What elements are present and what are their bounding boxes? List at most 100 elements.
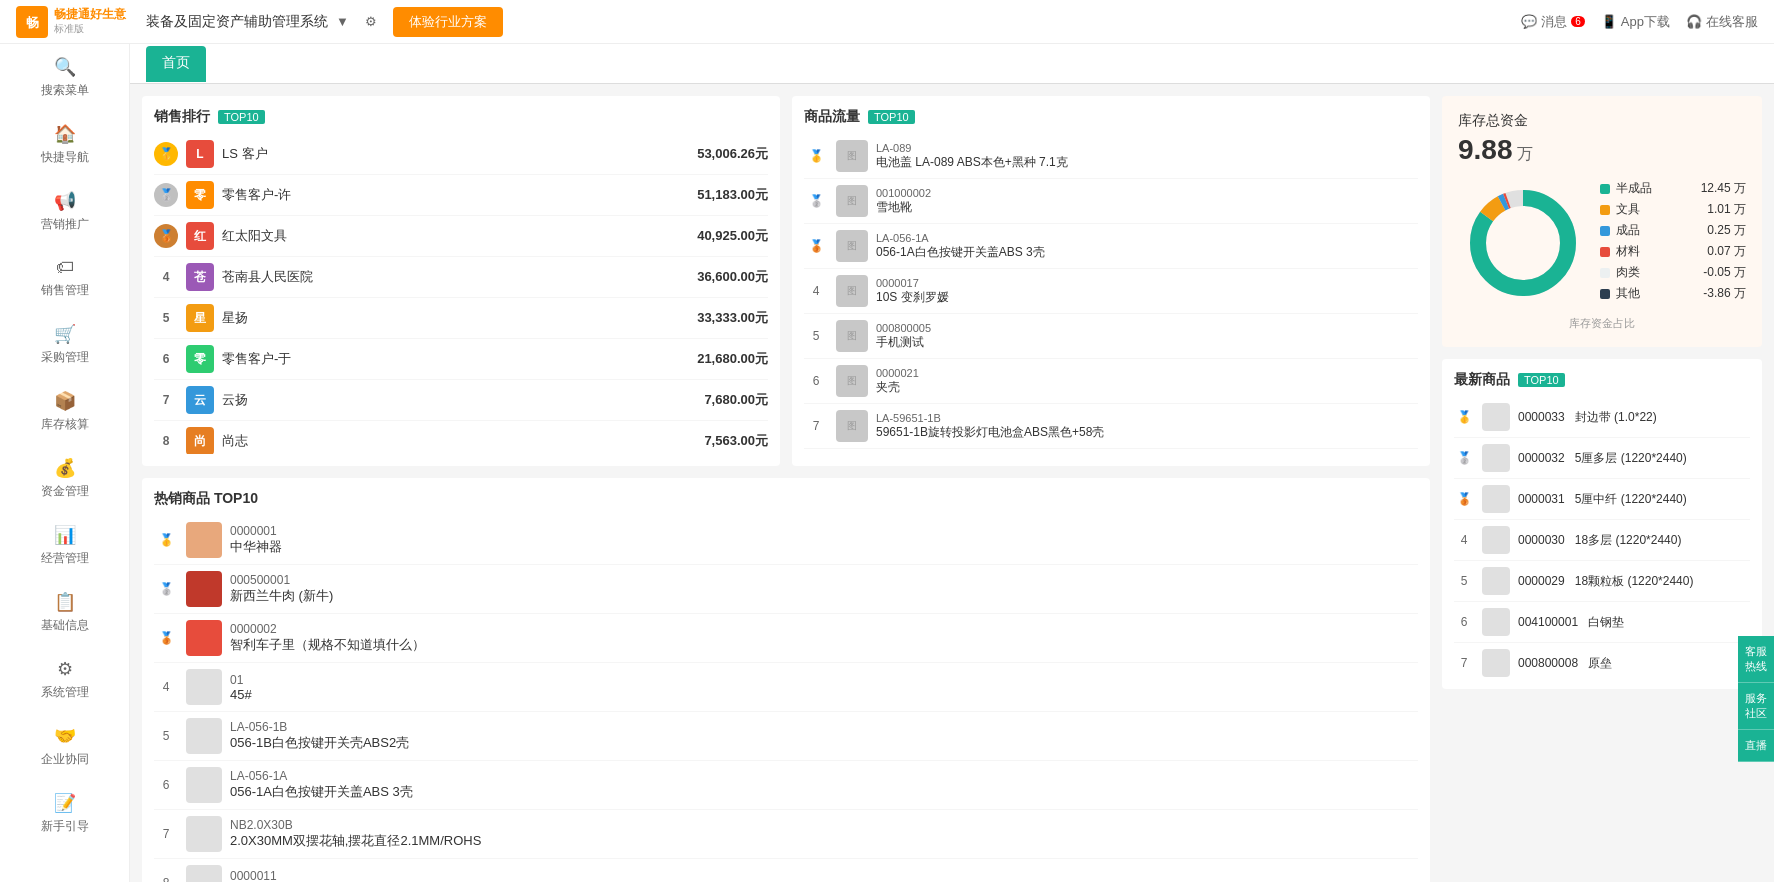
sidebar-item-search[interactable]: 🔍 搜索菜单 [0,44,129,111]
phone-icon: 📱 [1601,14,1617,29]
legend-label: 半成品 [1616,180,1695,197]
customer-name: 云扬 [222,391,696,409]
dropdown-icon[interactable]: ▼ [336,14,349,29]
legend-item: 其他 -3.86 万 [1600,285,1746,302]
rank-number: 5 [154,306,178,330]
new-products-badge: TOP10 [1518,373,1565,387]
message-btn[interactable]: 💬 消息 6 [1521,13,1585,31]
product-thumbnail: 图 [836,230,868,262]
sidebar-item-quick[interactable]: 🏠 快捷导航 [0,111,129,178]
product-flow-badge: TOP10 [868,110,915,124]
legend-value: -3.86 万 [1703,285,1746,302]
sidebar-item-company[interactable]: 🤝 企业协同 [0,713,129,780]
chart-subtitle: 库存资金占比 [1458,316,1746,331]
product-name: 电池盖 LA-089 ABS本色+黑种 7.1克 [876,154,1068,171]
legend-item: 材料 0.07 万 [1600,243,1746,260]
hot-rank: 6 [154,778,178,792]
new-rank: 🥇 [1454,410,1474,424]
legend-item: 成品 0.25 万 [1600,222,1746,239]
flow-rank: 5 [804,329,828,343]
sidebar-item-guide[interactable]: 📝 新手引导 [0,780,129,847]
hot-product-name: 45# [230,687,252,702]
customer-rank-row: 🥇 L LS 客户 53,006.26元 [154,134,768,175]
hot-product-name: 056-1A白色按键开关盖ABS 3壳 [230,783,413,801]
donut-chart [1458,178,1588,308]
sidebar-label-finance: 资金管理 [41,483,89,500]
hot-product-img [186,620,222,656]
hot-products-header: 热销商品 TOP10 [154,490,1418,508]
new-product-row: 6 004100001 白钢垫 [1454,602,1750,643]
product-flow-row: 🥇 图 LA-089 电池盖 LA-089 ABS本色+黑种 7.1克 [804,134,1418,179]
sidebar-item-marketing[interactable]: 📢 营销推广 [0,178,129,245]
customer-avatar: 尚 [186,427,214,454]
flow-rank: 🥈 [804,194,828,208]
customer-name: 零售客户-许 [222,186,689,204]
guide-icon: 📝 [54,792,76,814]
inventory-unit: 万 [1517,144,1533,165]
hot-product-row: 4 01 45# [154,663,1418,712]
customer-avatar: 零 [186,345,214,373]
sidebar-label-search: 搜索菜单 [41,82,89,99]
company-icon: 🤝 [54,725,76,747]
sidebar-item-base[interactable]: 📋 基础信息 [0,579,129,646]
customer-rank-row: 5 星 星扬 33,333.00元 [154,298,768,339]
tab-home[interactable]: 首页 [146,46,206,82]
sidebar-item-inventory[interactable]: 📦 库存核算 [0,378,129,445]
sidebar-item-finance[interactable]: 💰 资金管理 [0,445,129,512]
sidebar-item-system[interactable]: ⚙ 系统管理 [0,646,129,713]
hot-product-img [186,865,222,882]
new-product-img [1482,649,1510,677]
hot-product-code: LA-056-1A [230,769,413,783]
app-download-btn[interactable]: 📱 App下载 [1601,13,1670,31]
customer-rank-row: 4 苍 苍南县人民医院 36,600.00元 [154,257,768,298]
svg-text:畅: 畅 [26,15,39,30]
logo-area: 畅 畅捷通好生意 标准版 [16,6,146,38]
customer-rank-row: 6 零 零售客户-于 21,680.00元 [154,339,768,380]
product-thumbnail: 图 [836,320,868,352]
product-flow-header: 商品流量 TOP10 [804,108,1418,126]
customer-amount: 40,925.00元 [697,227,768,245]
customer-name: 尚志 [222,432,696,450]
home-icon: 🏠 [54,123,76,145]
hot-product-code: LA-056-1B [230,720,409,734]
sidebar-item-sales[interactable]: 🏷 销售管理 [0,245,129,311]
product-code: 001000002 [876,187,931,199]
new-rank: 5 [1454,574,1474,588]
product-flow-row: 4 图 0000017 10S 变刹罗媛 [804,269,1418,314]
hot-product-img [186,571,222,607]
product-thumbnail: 图 [836,185,868,217]
gear-icon[interactable]: ⚙ [357,8,385,36]
hot-product-img [186,816,222,852]
product-code: LA-089 [876,142,1068,154]
hot-product-row: 🥇 0000001 中华神器 [154,516,1418,565]
new-product-img [1482,485,1510,513]
customer-amount: 53,006.26元 [697,145,768,163]
sidebar-item-purchase[interactable]: 🛒 采购管理 [0,311,129,378]
sidebar-item-operation[interactable]: 📊 经营管理 [0,512,129,579]
float-btn-live[interactable]: 直播 [1738,730,1774,762]
header-right: 💬 消息 6 📱 App下载 🎧 在线客服 [1521,13,1758,31]
hot-product-img [186,767,222,803]
product-code: LA-056-1A [876,232,1045,244]
hot-rank: 5 [154,729,178,743]
customer-rank-row: 🥈 零 零售客户-许 51,183.00元 [154,175,768,216]
flow-rank: 🥇 [804,149,828,163]
product-flow-card: 商品流量 TOP10 🥇 图 LA-089 电池盖 LA-089 ABS本色+黑… [792,96,1430,466]
new-product-row: 🥈 0000032 5厘多层 (1220*2440) [1454,438,1750,479]
hot-product-img [186,718,222,754]
float-btn-community[interactable]: 服务社区 [1738,683,1774,730]
service-btn[interactable]: 🎧 在线客服 [1686,13,1758,31]
product-name: 雪地靴 [876,199,931,216]
new-product-info: 0000032 5厘多层 (1220*2440) [1518,450,1750,467]
rank-number: 7 [154,388,178,412]
legend-label: 肉类 [1616,264,1697,281]
float-buttons: 客服热线 服务社区 直播 [1738,636,1774,762]
trial-button[interactable]: 体验行业方案 [393,7,503,37]
legend-value: 0.07 万 [1707,243,1746,260]
new-rank: 🥈 [1454,451,1474,465]
rank-number: 8 [154,429,178,453]
customer-amount: 36,600.00元 [697,268,768,286]
marketing-icon: 📢 [54,190,76,212]
rank-medal: 🥈 [154,183,178,207]
float-btn-service[interactable]: 客服热线 [1738,636,1774,683]
